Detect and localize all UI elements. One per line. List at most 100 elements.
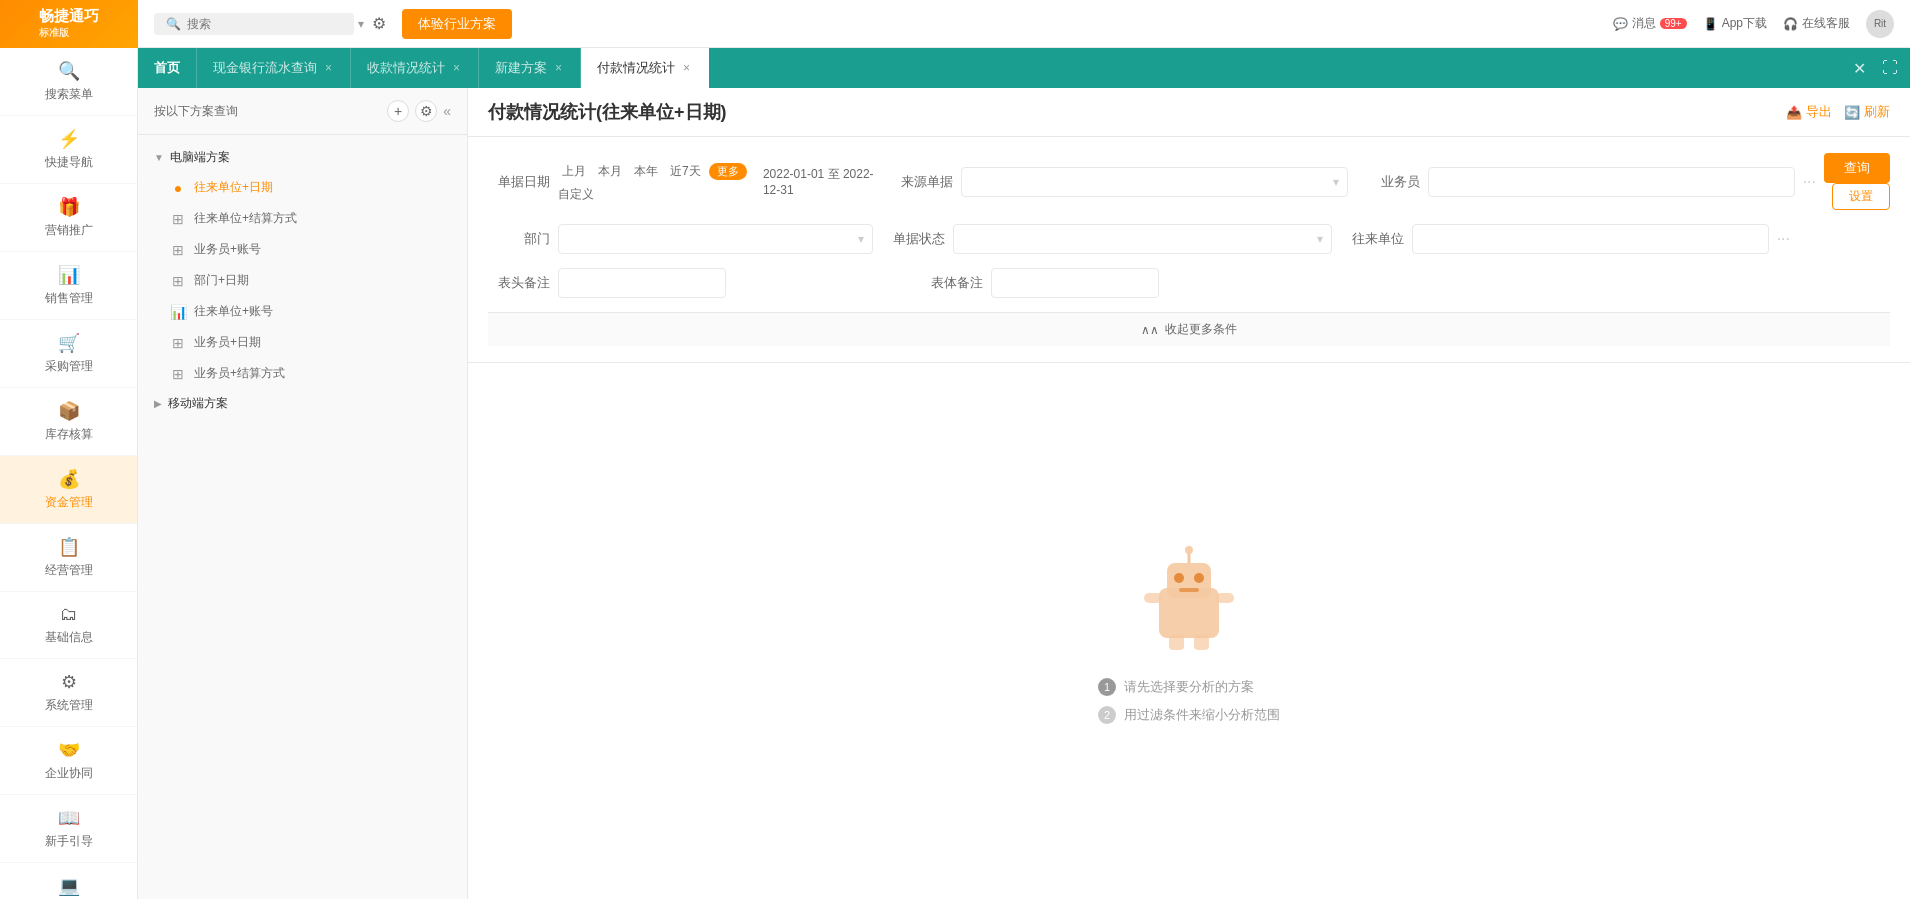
sidebar-item-finance[interactable]: 💰 资金管理	[0, 456, 137, 524]
user-avatar[interactable]: Rit	[1866, 10, 1894, 38]
system-icon: ⚙	[61, 671, 77, 693]
add-icon: +	[394, 103, 402, 119]
sidebar-item-system[interactable]: ⚙ 系统管理	[0, 659, 137, 727]
docstatus-select-area: ▾	[953, 224, 1331, 254]
top-right-actions: 💬 消息 99+ 📱 App下载 🎧 在线客服 Rit	[1613, 10, 1910, 38]
sidebar-item-marketing[interactable]: 🎁 营销推广	[0, 184, 137, 252]
date-range-value[interactable]: 2022-01-01 至 2022-12-31	[763, 166, 881, 197]
scheme-item-dept-date[interactable]: ⊞ 部门+日期	[138, 265, 467, 296]
sidebar-item-quicknav[interactable]: ⚡ 快捷导航	[0, 116, 137, 184]
search-box[interactable]: 🔍	[154, 13, 354, 35]
svg-rect-4	[1179, 588, 1199, 592]
date-tab-this-month[interactable]: 本月	[594, 161, 626, 182]
hardware-icon: 💻	[58, 875, 80, 897]
scheme-item-counterpart-date[interactable]: ● 往来单位+日期	[138, 172, 467, 203]
sidebar-item-operations[interactable]: 📋 经营管理	[0, 524, 137, 592]
sales-icon: 📊	[58, 264, 80, 286]
empty-tip-1: 1 请先选择要分析的方案	[1098, 678, 1280, 696]
date-tab-last-month[interactable]: 上月	[558, 161, 590, 182]
tab-close-bank-flow[interactable]: ×	[323, 61, 334, 75]
trial-button[interactable]: 体验行业方案	[402, 9, 512, 39]
scheme-item-salesperson-account[interactable]: ⊞ 业务员+账号	[138, 234, 467, 265]
dept-select-arrow: ▾	[858, 232, 864, 246]
tab-bank-flow[interactable]: 现金银行流水查询 ×	[197, 48, 351, 88]
search-icon: 🔍	[166, 17, 181, 31]
page-content: 按以下方案查询 + ⚙ « ▼ 电脑端方案	[138, 88, 1910, 899]
scheme-section: ▼ 电脑端方案 ● 往来单位+日期 ⊞ 往来单位+结算方式 ⊞ 业务员+账号	[138, 135, 467, 426]
messages-action[interactable]: 💬 消息 99+	[1613, 15, 1687, 32]
date-filter-area: 上月 本月 本年 近7天 更多 自定义 2022-01-01 至 2022-12…	[558, 161, 881, 203]
tab-close-receipt-stats[interactable]: ×	[451, 61, 462, 75]
inventory-icon: 📦	[58, 400, 80, 422]
salesperson-dots[interactable]: ···	[1803, 173, 1816, 191]
scheme-label-counterpart-settlement: 往来单位+结算方式	[194, 210, 297, 227]
scheme-item-counterpart-settlement[interactable]: ⊞ 往来单位+结算方式	[138, 203, 467, 234]
svg-rect-10	[1194, 635, 1209, 650]
tab-home[interactable]: 首页	[138, 48, 197, 88]
column-settings-button[interactable]: 设置	[1832, 183, 1890, 210]
headset-icon: 🎧	[1783, 17, 1798, 31]
page-title-actions: 📤 导出 🔄 刷新	[1786, 103, 1890, 121]
sidebar-item-basic-info[interactable]: 🗂 基础信息	[0, 592, 137, 659]
sidebar-item-sales[interactable]: 📊 销售管理	[0, 252, 137, 320]
scheme-grid-icon-2: ⊞	[170, 242, 186, 258]
desktop-scheme-group[interactable]: ▼ 电脑端方案	[138, 143, 467, 172]
search-input[interactable]	[187, 17, 342, 31]
query-button[interactable]: 查询	[1824, 153, 1890, 183]
date-tab-7days[interactable]: 近7天	[666, 161, 705, 182]
collapse-arrow-icon: ∧∧	[1141, 323, 1159, 337]
tab-close-new-scheme[interactable]: ×	[553, 61, 564, 75]
scheme-label-counterpart-account: 往来单位+账号	[194, 303, 273, 320]
counterpart-select[interactable]	[1412, 224, 1769, 254]
online-service-action[interactable]: 🎧 在线客服	[1783, 15, 1850, 32]
tip-text-1: 请先选择要分析的方案	[1124, 678, 1254, 696]
maximize-window-icon[interactable]: ⛶	[1878, 55, 1902, 81]
page-title: 付款情况统计(往来单位+日期)	[488, 100, 727, 124]
date-tab-custom[interactable]: 自定义	[558, 186, 594, 203]
add-scheme-button[interactable]: +	[387, 100, 409, 122]
sidebar-item-guide[interactable]: 📖 新手引导	[0, 795, 137, 863]
collaboration-icon: 🤝	[58, 739, 80, 761]
salesperson-select[interactable]	[1428, 167, 1794, 197]
docstatus-select-arrow: ▾	[1317, 232, 1323, 246]
sidebar-item-collaboration[interactable]: 🤝 企业协同	[0, 727, 137, 795]
date-tab-more[interactable]: 更多	[709, 163, 747, 180]
app-download-action[interactable]: 📱 App下载	[1703, 15, 1767, 32]
counterpart-area: ···	[1412, 224, 1790, 254]
source-select[interactable]: ▾	[961, 167, 1349, 197]
sidebar-item-purchase[interactable]: 🛒 采购管理	[0, 320, 137, 388]
date-tab-this-year[interactable]: 本年	[630, 161, 662, 182]
scheme-item-salesperson-date[interactable]: ⊞ 业务员+日期	[138, 327, 467, 358]
close-window-icon[interactable]: ✕	[1849, 55, 1870, 82]
refresh-button[interactable]: 🔄 刷新	[1844, 103, 1890, 121]
svg-rect-7	[1144, 593, 1162, 603]
tab-new-scheme[interactable]: 新建方案 ×	[479, 48, 581, 88]
header-note-input[interactable]	[558, 268, 726, 298]
counterpart-dots[interactable]: ···	[1777, 230, 1790, 248]
empty-state: 1 请先选择要分析的方案 2 用过滤条件来缩小分析范围	[468, 363, 1910, 899]
svg-point-6	[1185, 546, 1193, 554]
svg-point-2	[1174, 573, 1184, 583]
body-note-input[interactable]	[991, 268, 1159, 298]
tab-payment-stats[interactable]: 付款情况统计 ×	[581, 48, 709, 88]
finance-icon: 💰	[58, 468, 80, 490]
scheme-grid-icon-4: ⊞	[170, 335, 186, 351]
sidebar-item-search[interactable]: 🔍 搜索菜单	[0, 48, 137, 116]
sidebar: 🔍 搜索菜单 ⚡ 快捷导航 🎁 营销推广 📊 销售管理 🛒 采购管理 📦 库存核…	[0, 48, 138, 899]
sidebar-item-inventory[interactable]: 📦 库存核算	[0, 388, 137, 456]
scheme-grid-icon-1: ⊞	[170, 211, 186, 227]
topbar-settings-button[interactable]: ⚙	[364, 10, 394, 37]
sidebar-item-hardware[interactable]: 💻 智能硬件	[0, 863, 137, 899]
mobile-scheme-group[interactable]: ▶ 移动端方案	[138, 389, 467, 418]
scheme-item-counterpart-account[interactable]: 📊 往来单位+账号	[138, 296, 467, 327]
tab-receipt-stats[interactable]: 收款情况统计 ×	[351, 48, 479, 88]
tab-close-payment-stats[interactable]: ×	[681, 61, 692, 75]
scheme-item-salesperson-settlement[interactable]: ⊞ 业务员+结算方式	[138, 358, 467, 389]
collapse-more-button[interactable]: ∧∧ 收起更多条件	[488, 312, 1890, 346]
export-button[interactable]: 📤 导出	[1786, 103, 1832, 121]
docstatus-select[interactable]: ▾	[953, 224, 1331, 254]
panel-collapse-button[interactable]: «	[443, 103, 451, 119]
logo-area: 畅捷通巧 标准版	[0, 0, 138, 48]
scheme-settings-button[interactable]: ⚙	[415, 100, 437, 122]
dept-select[interactable]: ▾	[558, 224, 873, 254]
